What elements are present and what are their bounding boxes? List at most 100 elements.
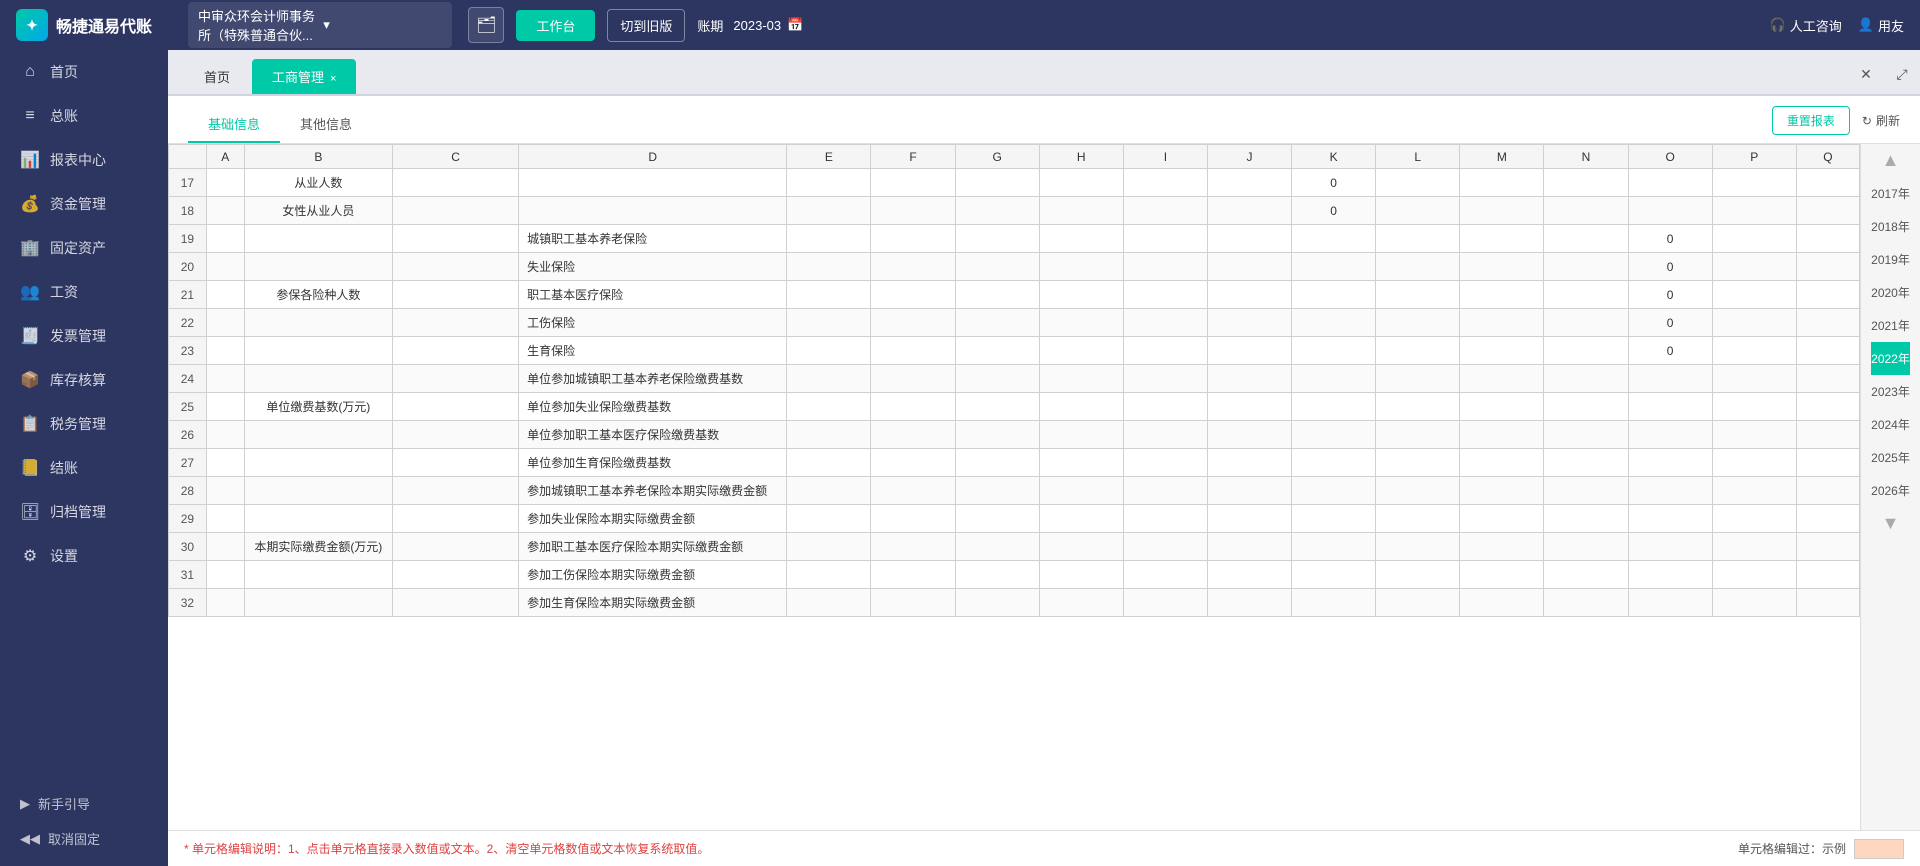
cell-27-F[interactable] [871, 449, 955, 477]
cell-24-H[interactable] [1039, 365, 1123, 393]
cell-22-M[interactable] [1460, 309, 1544, 337]
cell-20-M[interactable] [1460, 253, 1544, 281]
cell-31-Q[interactable] [1796, 561, 1859, 589]
year-item-2023年[interactable]: 2023年 [1871, 375, 1910, 408]
cell-28-P[interactable] [1712, 477, 1796, 505]
cell-28-K[interactable] [1292, 477, 1376, 505]
cell-23-H[interactable] [1039, 337, 1123, 365]
cell-21-K[interactable] [1292, 281, 1376, 309]
cell-18-M[interactable] [1460, 197, 1544, 225]
cell-17-L[interactable] [1376, 169, 1460, 197]
cell-22-G[interactable] [955, 309, 1039, 337]
cell-22-J[interactable] [1207, 309, 1291, 337]
year-scroll-down[interactable]: ▼ [1861, 507, 1920, 540]
cell-24-O[interactable] [1628, 365, 1712, 393]
cell-20-I[interactable] [1123, 253, 1207, 281]
cell-31-B[interactable] [244, 561, 392, 589]
cell-24-E[interactable] [787, 365, 871, 393]
cell-19-F[interactable] [871, 225, 955, 253]
cell-27-M[interactable] [1460, 449, 1544, 477]
cell-28-J[interactable] [1207, 477, 1291, 505]
sidebar-item-inventory[interactable]: 📦库存核算 [0, 358, 168, 402]
cell-32-M[interactable] [1460, 589, 1544, 617]
cell-22-D[interactable]: 工伤保险 [519, 309, 787, 337]
cell-21-P[interactable] [1712, 281, 1796, 309]
cell-32-P[interactable] [1712, 589, 1796, 617]
cell-26-F[interactable] [871, 421, 955, 449]
cell-28-E[interactable] [787, 477, 871, 505]
cell-18-F[interactable] [871, 197, 955, 225]
cell-32-D[interactable]: 参加生育保险本期实际缴费金额 [519, 589, 787, 617]
cell-24-G[interactable] [955, 365, 1039, 393]
cell-23-Q[interactable] [1796, 337, 1859, 365]
cell-19-Q[interactable] [1796, 225, 1859, 253]
cell-30-M[interactable] [1460, 533, 1544, 561]
cell-26-K[interactable] [1292, 421, 1376, 449]
cell-17-C[interactable] [392, 169, 518, 197]
cell-25-A[interactable] [206, 393, 244, 421]
calendar-icon[interactable]: 📅 [787, 17, 803, 33]
cell-24-M[interactable] [1460, 365, 1544, 393]
cell-28-C[interactable] [392, 477, 518, 505]
cell-21-H[interactable] [1039, 281, 1123, 309]
cell-17-I[interactable] [1123, 169, 1207, 197]
cell-23-L[interactable] [1376, 337, 1460, 365]
cell-32-N[interactable] [1544, 589, 1628, 617]
cell-30-D[interactable]: 参加职工基本医疗保险本期实际缴费金额 [519, 533, 787, 561]
cell-27-E[interactable] [787, 449, 871, 477]
cell-19-O[interactable]: 0 [1628, 225, 1712, 253]
cell-20-F[interactable] [871, 253, 955, 281]
sidebar-item-payroll[interactable]: 👥工资 [0, 270, 168, 314]
cell-25-D[interactable]: 单位参加失业保险缴费基数 [519, 393, 787, 421]
archive-icon-btn[interactable]: 🗂 [468, 7, 504, 43]
cell-30-P[interactable] [1712, 533, 1796, 561]
cell-18-I[interactable] [1123, 197, 1207, 225]
cell-31-E[interactable] [787, 561, 871, 589]
cell-26-L[interactable] [1376, 421, 1460, 449]
cell-18-C[interactable] [392, 197, 518, 225]
cell-22-E[interactable] [787, 309, 871, 337]
year-item-2022年[interactable]: 2022年 [1871, 342, 1910, 375]
cell-25-B[interactable]: 单位缴费基数(万元) [244, 393, 392, 421]
cell-21-J[interactable] [1207, 281, 1291, 309]
cell-23-I[interactable] [1123, 337, 1207, 365]
cell-17-F[interactable] [871, 169, 955, 197]
cell-30-L[interactable] [1376, 533, 1460, 561]
cell-26-D[interactable]: 单位参加职工基本医疗保险缴费基数 [519, 421, 787, 449]
cell-27-N[interactable] [1544, 449, 1628, 477]
cell-20-C[interactable] [392, 253, 518, 281]
cell-25-O[interactable] [1628, 393, 1712, 421]
cell-32-F[interactable] [871, 589, 955, 617]
cell-24-J[interactable] [1207, 365, 1291, 393]
cell-26-C[interactable] [392, 421, 518, 449]
cell-32-I[interactable] [1123, 589, 1207, 617]
cell-19-P[interactable] [1712, 225, 1796, 253]
year-item-2021年[interactable]: 2021年 [1871, 309, 1910, 342]
cell-22-F[interactable] [871, 309, 955, 337]
cell-27-J[interactable] [1207, 449, 1291, 477]
cell-27-C[interactable] [392, 449, 518, 477]
cell-20-L[interactable] [1376, 253, 1460, 281]
cell-23-P[interactable] [1712, 337, 1796, 365]
cell-21-G[interactable] [955, 281, 1039, 309]
cell-20-J[interactable] [1207, 253, 1291, 281]
cell-29-B[interactable] [244, 505, 392, 533]
cell-31-M[interactable] [1460, 561, 1544, 589]
year-item-2019年[interactable]: 2019年 [1871, 243, 1910, 276]
sidebar-bottom-newbie[interactable]: ▶新手引导 [20, 788, 148, 819]
cell-23-G[interactable] [955, 337, 1039, 365]
cell-18-B[interactable]: 女性从业人员 [244, 197, 392, 225]
cell-24-L[interactable] [1376, 365, 1460, 393]
cell-31-O[interactable] [1628, 561, 1712, 589]
cell-24-N[interactable] [1544, 365, 1628, 393]
cell-30-O[interactable] [1628, 533, 1712, 561]
cell-19-G[interactable] [955, 225, 1039, 253]
cell-29-K[interactable] [1292, 505, 1376, 533]
cell-21-O[interactable]: 0 [1628, 281, 1712, 309]
cell-30-G[interactable] [955, 533, 1039, 561]
cell-28-L[interactable] [1376, 477, 1460, 505]
cell-17-K[interactable]: 0 [1292, 169, 1376, 197]
cell-20-D[interactable]: 失业保险 [519, 253, 787, 281]
cell-28-A[interactable] [206, 477, 244, 505]
cell-29-H[interactable] [1039, 505, 1123, 533]
